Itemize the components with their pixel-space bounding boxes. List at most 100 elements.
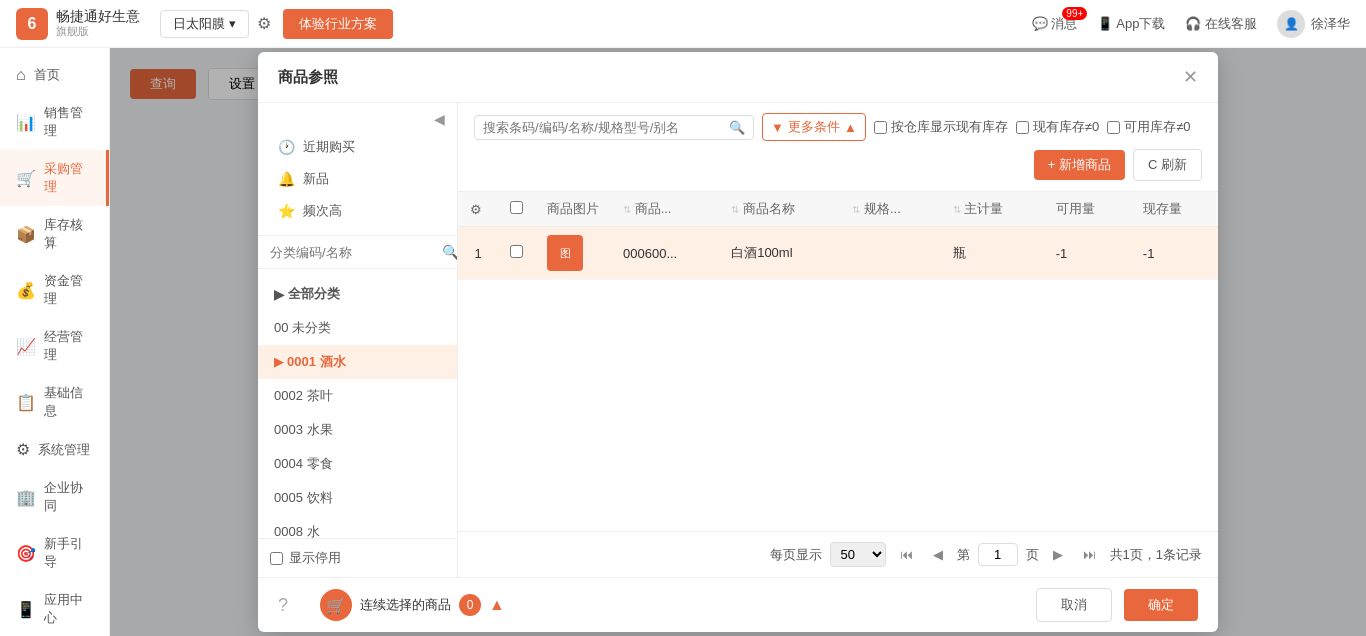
cancel-button[interactable]: 取消 xyxy=(1036,588,1112,622)
sidebar-item-system[interactable]: ⚙ 系统管理 xyxy=(0,430,109,469)
filter-frequent-label: 频次高 xyxy=(303,202,342,220)
product-table-wrapper: ⚙ 商品图片 ⇅ xyxy=(458,192,1218,531)
cart-count: 0 xyxy=(459,594,481,616)
page-size-select[interactable]: 10 20 50 100 xyxy=(830,542,886,567)
chevron-up-icon: ▲ xyxy=(844,120,857,135)
logo-sub: 旗舰版 xyxy=(56,24,140,39)
add-product-button[interactable]: + 新增商品 xyxy=(1034,150,1125,180)
sidebar-item-purchase-label: 采购管理 xyxy=(44,160,90,196)
sidebar-item-operation[interactable]: 📈 经营管理 xyxy=(0,318,109,374)
prev-page-button[interactable]: ◀ xyxy=(927,545,949,564)
gear-icon[interactable]: ⚙ xyxy=(257,14,271,33)
available-filter-label[interactable]: 现有库存≠0 xyxy=(1016,118,1099,136)
sidebar-item-inventory-label: 库存核算 xyxy=(44,216,93,252)
sidebar-item-home[interactable]: ⌂ 首页 xyxy=(0,56,109,94)
confirm-button[interactable]: 确定 xyxy=(1124,589,1198,621)
display-disabled-label: 显示停用 xyxy=(289,549,341,567)
product-search-input[interactable] xyxy=(483,120,725,135)
category-search-input[interactable] xyxy=(270,245,438,260)
sidebar-item-purchase[interactable]: 🛒 采购管理 xyxy=(0,150,109,206)
try-button[interactable]: 体验行业方案 xyxy=(283,9,393,39)
online-service[interactable]: 🎧 在线客服 xyxy=(1185,15,1257,33)
category-0001[interactable]: ▶ 0001 酒水 xyxy=(258,345,457,379)
footer-cart-area: 🛒 连续选择的商品 0 ▲ xyxy=(320,589,505,621)
finance-icon: 💰 xyxy=(16,281,36,300)
modal-close-button[interactable]: ✕ xyxy=(1183,66,1198,88)
sort-code-icon[interactable]: ⇅ xyxy=(623,204,631,215)
logo-icon: 6 xyxy=(16,8,48,40)
th-available-label: 可用量 xyxy=(1056,201,1095,216)
sidebar-item-sales[interactable]: 📊 销售管理 xyxy=(0,94,109,150)
filter-frequent[interactable]: ⭐ 频次高 xyxy=(270,195,445,227)
th-code: ⇅ 商品... xyxy=(611,192,719,227)
sidebar-item-inventory[interactable]: 📦 库存核算 xyxy=(0,206,109,262)
product-search-box: 🔍 xyxy=(474,115,754,140)
purchase-icon: 🛒 xyxy=(16,169,36,188)
category-search-icon[interactable]: 🔍 xyxy=(442,244,458,260)
next-page-button[interactable]: ▶ xyxy=(1047,545,1069,564)
category-all[interactable]: ▶ 全部分类 xyxy=(258,277,457,311)
warehouse-label: 日太阳膜 xyxy=(173,15,225,33)
category-0004[interactable]: 0004 零食 xyxy=(258,447,457,481)
sort-name-icon[interactable]: ⇅ xyxy=(731,204,739,215)
th-stock-label: 现存量 xyxy=(1143,201,1182,216)
category-00[interactable]: 00 未分类 xyxy=(258,311,457,345)
sort-spec-icon[interactable]: ⇅ xyxy=(852,204,860,215)
frequent-icon: ⭐ xyxy=(278,203,295,219)
category-0008-label: 0008 水 xyxy=(274,523,320,538)
system-icon: ⚙ xyxy=(16,440,30,459)
modal-left-panel: ◀ 🕐 近期购买 🔔 新品 ⭐ 频次高 xyxy=(258,103,458,577)
sidebar-item-home-label: 首页 xyxy=(34,66,60,84)
usable-filter-checkbox[interactable] xyxy=(1107,121,1120,134)
th-name: ⇅ 商品名称 xyxy=(719,192,840,227)
table-row[interactable]: 1 图 000600... 白酒100ml 瓶 -1 -1 xyxy=(458,227,1218,280)
username: 徐泽华 xyxy=(1311,15,1350,33)
category-0002[interactable]: 0002 茶叶 xyxy=(258,379,457,413)
category-0003[interactable]: 0003 水果 xyxy=(258,413,457,447)
refresh-product-button[interactable]: C 刷新 xyxy=(1133,149,1202,181)
filter-new[interactable]: 🔔 新品 xyxy=(270,163,445,195)
collapse-footer-icon[interactable]: ▲ xyxy=(489,596,505,614)
category-0008[interactable]: 0008 水 xyxy=(258,515,457,538)
cart-icon-button[interactable]: 🛒 xyxy=(320,589,352,621)
th-spec-label: 规格... xyxy=(864,201,901,216)
inventory-icon: 📦 xyxy=(16,225,36,244)
th-check xyxy=(498,192,535,227)
sidebar-item-enterprise[interactable]: 🏢 企业协同 xyxy=(0,469,109,525)
sort-unit-icon[interactable]: ⇅ xyxy=(953,204,961,215)
available-filter-text: 现有库存≠0 xyxy=(1033,118,1099,136)
left-sidebar: ⌂ 首页 📊 销售管理 🛒 采购管理 📦 库存核算 💰 资金管理 📈 经营管理 … xyxy=(0,48,110,636)
quick-filters: ◀ 🕐 近期购买 🔔 新品 ⭐ 频次高 xyxy=(258,103,457,236)
search-icon[interactable]: 🔍 xyxy=(729,120,745,135)
modal-footer: ? 🛒 连续选择的商品 0 ▲ 取消 确定 xyxy=(258,577,1218,632)
sidebar-item-guide[interactable]: 🎯 新手引导 xyxy=(0,525,109,581)
sidebar-item-apps[interactable]: 📱 应用中心 xyxy=(0,581,109,636)
available-filter-checkbox[interactable] xyxy=(1016,121,1029,134)
category-0005[interactable]: 0005 饮料 xyxy=(258,481,457,515)
warehouse-filter-checkbox[interactable] xyxy=(874,121,887,134)
select-all-checkbox[interactable] xyxy=(510,201,523,214)
quick-filter-collapse[interactable]: ◀ xyxy=(434,111,445,127)
badge-number: 99+ xyxy=(1062,7,1087,20)
first-page-button[interactable]: ⏮ xyxy=(894,545,919,564)
usable-filter-label[interactable]: 可用库存≠0 xyxy=(1107,118,1190,136)
gear-settings-icon[interactable]: ⚙ xyxy=(470,202,482,217)
recent-icon: 🕐 xyxy=(278,139,295,155)
help-icon[interactable]: ? xyxy=(278,595,288,616)
row-checkbox[interactable] xyxy=(510,245,523,258)
user-area[interactable]: 👤 徐泽华 xyxy=(1277,10,1350,38)
app-download[interactable]: 📱 App下载 xyxy=(1097,15,1165,33)
last-page-button[interactable]: ⏭ xyxy=(1077,545,1102,564)
arrow-right-icon: ▶ xyxy=(274,287,284,302)
message-badge[interactable]: 💬 99+ 消息 xyxy=(1032,15,1078,33)
warehouse-filter-label[interactable]: 按仓库显示现有库存 xyxy=(874,118,1008,136)
warehouse-select[interactable]: 日太阳膜 ▾ xyxy=(160,10,249,38)
sidebar-item-finance[interactable]: 💰 资金管理 xyxy=(0,262,109,318)
more-filter-button[interactable]: ▼ 更多条件 ▲ xyxy=(762,113,866,141)
active-arrow-icon: ▶ xyxy=(274,355,283,369)
sidebar-item-basic[interactable]: 📋 基础信息 xyxy=(0,374,109,430)
page-input[interactable] xyxy=(978,543,1018,566)
display-disabled-checkbox[interactable] xyxy=(270,552,283,565)
filter-recent[interactable]: 🕐 近期购买 xyxy=(270,131,445,163)
row-checkbox-cell xyxy=(498,227,535,280)
